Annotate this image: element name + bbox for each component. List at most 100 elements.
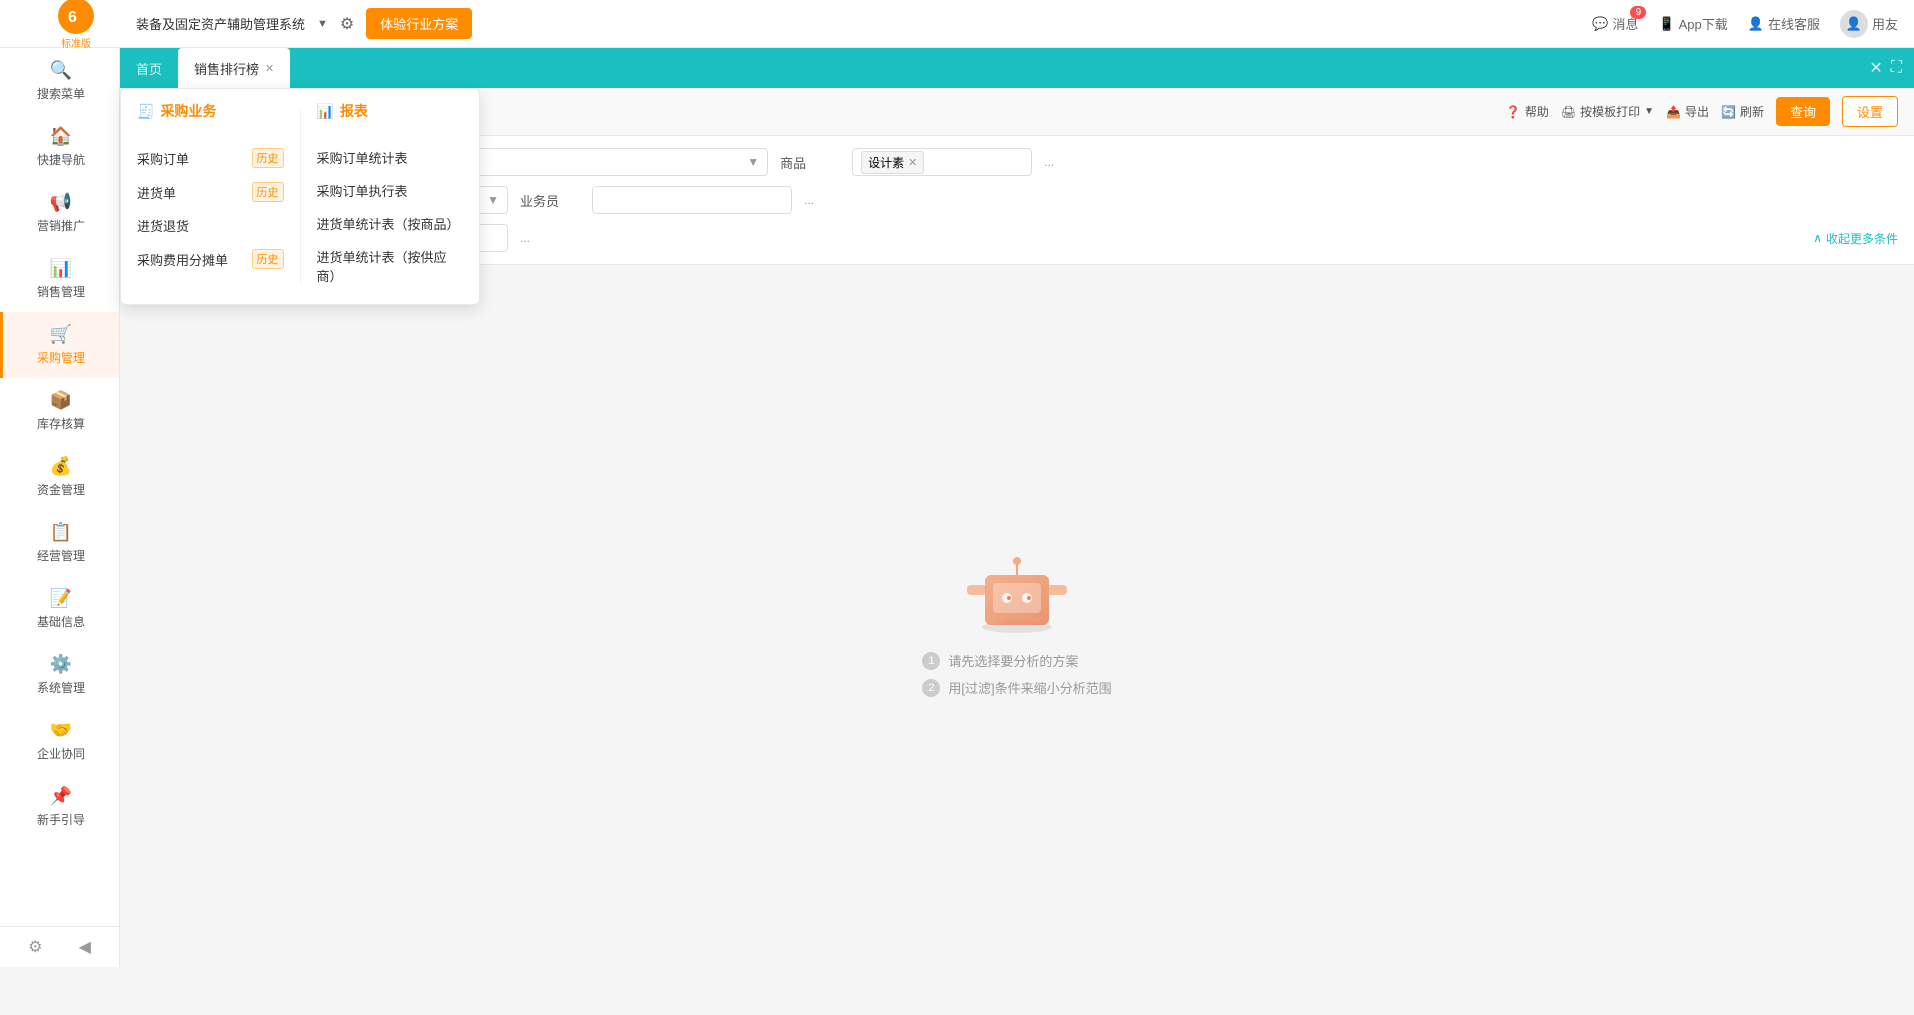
dropdown-item-receipt-stat-supplier[interactable]: 进货单统计表（按供应商） — [317, 240, 464, 292]
online-service-item[interactable]: 👤 在线客服 — [1748, 14, 1820, 33]
logo-area: 6 标准版 — [16, 0, 136, 50]
message-item[interactable]: 💬 消息 9 — [1592, 14, 1638, 33]
system-title: 装备及固定资产辅助管理系统 — [136, 14, 305, 33]
sidebar-item-purchase[interactable]: 🛒 采购管理 — [0, 312, 119, 378]
salesperson-select[interactable] — [592, 186, 792, 214]
enterprise-icon: 🤝 — [50, 720, 72, 741]
tab-bar: 首页 销售排行榜 ✕ ✕ ⛶ — [120, 48, 1914, 88]
logo-text: 标准版 — [61, 35, 91, 50]
print-icon: 🖨 — [1561, 105, 1576, 119]
sidebar-item-system[interactable]: ⚙️ 系统管理 — [0, 642, 119, 708]
window-maximize-icon[interactable]: ⛶ — [1891, 59, 1902, 77]
industry-button[interactable]: 体验行业方案 — [366, 8, 472, 39]
operations-icon: 📋 — [50, 522, 72, 543]
dropdown-item-purchase-receipt[interactable]: 进货单 历史 — [137, 175, 284, 209]
header-center: 装备及固定资产辅助管理系统 ▼ ⚙ 体验行业方案 — [136, 8, 1592, 39]
print-button[interactable]: 🖨 按模板打印 ▼ — [1561, 103, 1654, 120]
sidebar-nav: 🔍 搜索菜单 🏠 快捷导航 📢 营销推广 📊 销售管理 🛒 采购管理 📦 库存核… — [0, 48, 119, 926]
search-icon: 🔍 — [50, 60, 72, 81]
collapse-sidebar-icon[interactable]: ◀ — [79, 937, 91, 957]
window-close-icon[interactable]: ✕ — [1869, 58, 1882, 78]
sidebar-item-enterprise[interactable]: 🤝 企业协同 — [0, 708, 119, 774]
receipt-stat-supplier-label: 进货单统计表（按供应商） — [317, 250, 447, 284]
goods-ellipsis[interactable]: ... — [1044, 155, 1054, 169]
sidebar-item-label: 企业协同 — [37, 745, 85, 762]
receipt-stat-goods-label: 进货单统计表（按商品） — [317, 217, 460, 232]
sidebar-item-label: 新手引导 — [37, 811, 85, 828]
sidebar-item-label: 资金管理 — [37, 481, 85, 498]
settings-icon[interactable]: ⚙ — [340, 14, 354, 34]
export-label: 导出 — [1685, 103, 1709, 120]
tab-close-icon[interactable]: ✕ — [265, 62, 274, 75]
dropdown-item-purchase-return[interactable]: 进货退货 — [137, 209, 284, 242]
hint-num-1: 1 — [922, 652, 940, 670]
sidebar-item-marketing[interactable]: 📢 营销推广 — [0, 180, 119, 246]
customer-ellipsis[interactable]: ... — [520, 231, 530, 245]
tab-sales-ranking[interactable]: 销售排行榜 ✕ — [178, 48, 290, 88]
sidebar-item-capital[interactable]: 💰 资金管理 — [0, 444, 119, 510]
basic-info-icon: 📝 — [50, 588, 72, 609]
purchase-icon: 🛒 — [50, 324, 72, 345]
purchase-expense-label: 采购费用分摊单 — [137, 250, 228, 269]
purchase-title-icon: 🧾 — [137, 103, 154, 120]
hint-text-1: 请先选择要分析的方案 — [948, 651, 1078, 670]
print-label: 按模板打印 — [1580, 103, 1640, 120]
sidebar-item-quick-nav[interactable]: 🏠 快捷导航 — [0, 114, 119, 180]
system-icon: ⚙️ — [50, 654, 72, 675]
salesperson-ellipsis[interactable]: ... — [804, 193, 814, 207]
home-icon: 🏠 — [50, 126, 72, 147]
dropdown-item-order-exec[interactable]: 采购订单执行表 — [317, 174, 464, 207]
sidebar-item-search[interactable]: 🔍 搜索菜单 — [0, 48, 119, 114]
report-title-icon: 📊 — [317, 103, 334, 120]
refresh-label: 刷新 — [1740, 103, 1764, 120]
export-button[interactable]: 📤 导出 — [1666, 103, 1709, 120]
sidebar-item-basic-info[interactable]: 📝 基础信息 — [0, 576, 119, 642]
sidebar-item-guide[interactable]: 📌 新手引导 — [0, 774, 119, 840]
dropdown-item-purchase-order[interactable]: 采购订单 历史 — [137, 141, 284, 175]
export-icon: 📤 — [1666, 105, 1681, 119]
empty-hint-1: 1 请先选择要分析的方案 — [922, 651, 1111, 670]
tab-home[interactable]: 首页 — [120, 48, 178, 88]
collapse-button[interactable]: ∧ 收起更多条件 — [1813, 230, 1898, 247]
bill-status-select[interactable]: ▼ — [468, 148, 768, 176]
goods-tag: 设计素 ✕ — [861, 151, 924, 174]
help-label: 帮助 — [1525, 103, 1549, 120]
goods-input[interactable]: 设计素 ✕ — [852, 148, 1032, 176]
user-item[interactable]: 👤 用友 — [1840, 10, 1898, 38]
salesperson-label: 业务员 — [520, 191, 580, 210]
dropdown-item-order-stat[interactable]: 采购订单统计表 — [317, 141, 464, 174]
sidebar-item-inventory[interactable]: 📦 库存核算 — [0, 378, 119, 444]
sidebar-footer: ⚙ ◀ — [0, 926, 119, 967]
app-download-item[interactable]: 📱 App下载 — [1658, 14, 1727, 33]
goods-tag-close[interactable]: ✕ — [908, 156, 917, 169]
print-dropdown-icon[interactable]: ▼ — [1644, 106, 1654, 117]
sidebar-item-label: 基础信息 — [37, 613, 85, 630]
header-right: 💬 消息 9 📱 App下载 👤 在线客服 👤 用友 — [1592, 10, 1898, 38]
dropdown-item-receipt-stat-goods[interactable]: 进货单统计表（按商品） — [317, 207, 464, 240]
refresh-button[interactable]: 🔄 刷新 — [1721, 103, 1764, 120]
dropdown-report-title: 📊 报表 — [317, 101, 464, 129]
empty-icon — [957, 535, 1077, 635]
settings-footer-icon[interactable]: ⚙ — [28, 937, 42, 957]
sidebar-item-operations[interactable]: 📋 经营管理 — [0, 510, 119, 576]
logo-icon: 6 — [58, 0, 94, 34]
sales-icon: 📊 — [50, 258, 72, 279]
empty-state: 1 请先选择要分析的方案 2 用[过滤]条件来缩小分析范围 — [120, 265, 1914, 967]
service-icon: 👤 — [1748, 16, 1764, 32]
query-button[interactable]: 查询 — [1776, 97, 1830, 126]
phone-icon: 📱 — [1658, 16, 1674, 32]
purchase-receipt-history: 历史 — [252, 182, 284, 202]
order-exec-label: 采购订单执行表 — [317, 184, 408, 199]
inventory-icon: 📦 — [50, 390, 72, 411]
dropdown-item-purchase-expense[interactable]: 采购费用分摊单 历史 — [137, 242, 284, 276]
system-dropdown-icon[interactable]: ▼ — [317, 18, 328, 30]
sidebar-item-sales[interactable]: 📊 销售管理 — [0, 246, 119, 312]
purchase-order-label: 采购订单 — [137, 149, 189, 168]
collapse-icon: ∧ — [1813, 231, 1822, 245]
empty-hint-2: 2 用[过滤]条件来缩小分析范围 — [922, 678, 1111, 697]
tab-home-label: 首页 — [136, 59, 162, 78]
purchase-dropdown-menu: 🧾 采购业务 采购订单 历史 进货单 历史 进货退货 采购费用分摊单 历史 — [120, 88, 480, 305]
rank-item-arrow: ▼ — [487, 193, 499, 207]
help-button[interactable]: ❓ 帮助 — [1506, 103, 1549, 120]
settings-button[interactable]: 设置 — [1842, 96, 1898, 127]
